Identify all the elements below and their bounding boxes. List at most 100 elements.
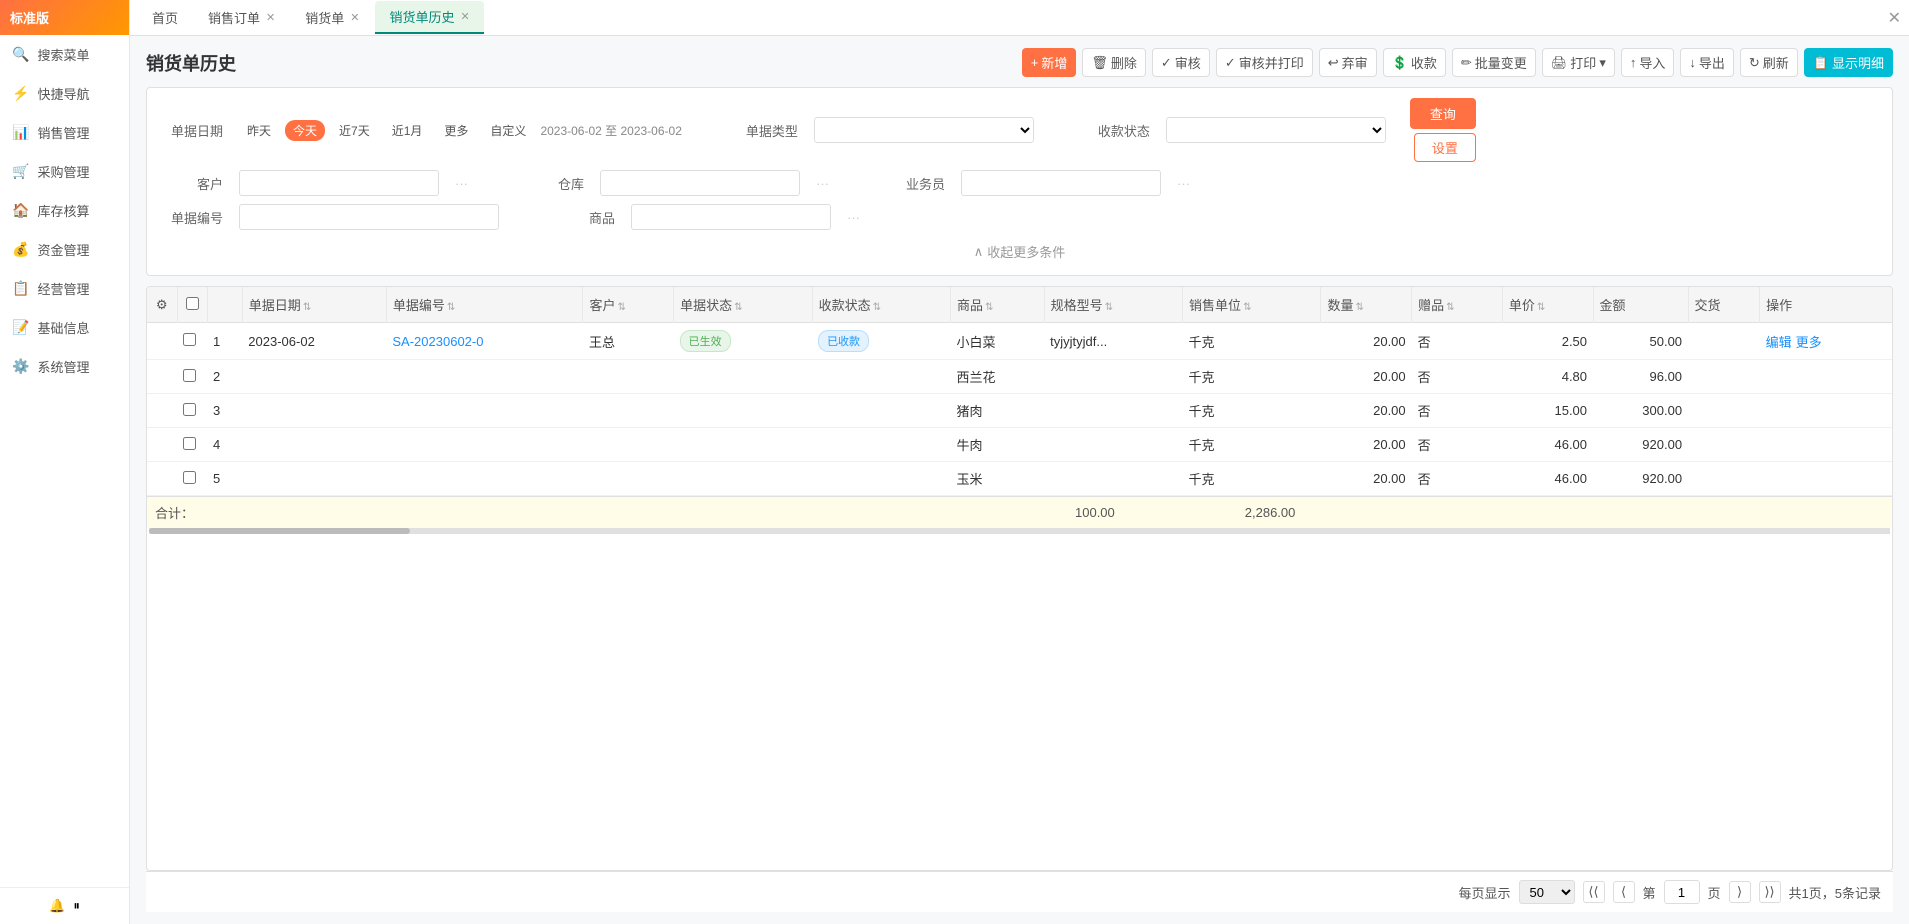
pause-icon[interactable]: ⏸ <box>73 898 80 914</box>
row-checkbox[interactable] <box>183 369 196 382</box>
row-checkbox[interactable] <box>183 437 196 450</box>
salesperson-dots[interactable]: ··· <box>1177 176 1190 191</box>
salesperson-input[interactable] <box>961 170 1161 196</box>
per-page-select[interactable]: 50 100 200 <box>1519 880 1575 904</box>
th-qty[interactable]: 数量⇅ <box>1321 287 1412 323</box>
td-customer: 王总 <box>583 323 674 360</box>
sidebar-item-basic-info[interactable]: 📝 基础信息 <box>0 308 129 347</box>
refresh-button[interactable]: ↻ 刷新 <box>1740 48 1798 77</box>
td-check[interactable] <box>177 462 207 496</box>
tab-home[interactable]: 首页 <box>138 2 192 33</box>
warehouse-dots[interactable]: ··· <box>816 176 829 191</box>
date-tab-7days[interactable]: 近7天 <box>331 120 378 141</box>
th-date[interactable]: 单据日期⇅ <box>242 287 386 323</box>
sidebar-item-finance[interactable]: 💰 资金管理 <box>0 230 129 269</box>
row-checkbox[interactable] <box>183 471 196 484</box>
date-tab-1month[interactable]: 近1月 <box>384 120 431 141</box>
filter-row-2: 客户 ··· 仓库 ··· 业务员 ··· <box>163 170 1876 196</box>
td-check[interactable] <box>177 360 207 394</box>
batch-change-button[interactable]: ✏ 批量变更 <box>1452 48 1536 77</box>
td-doc-no[interactable] <box>386 462 583 496</box>
sidebar-bottom: 🔔 ⏸ <box>0 887 129 924</box>
delete-button[interactable]: 🗑 删除 <box>1082 48 1146 77</box>
th-collect-status[interactable]: 收款状态⇅ <box>812 287 950 323</box>
td-check[interactable] <box>177 428 207 462</box>
th-doc-no[interactable]: 单据编号⇅ <box>386 287 583 323</box>
date-tab-custom[interactable]: 自定义 <box>482 120 534 141</box>
tab-close-sales-history[interactable]: ✕ <box>461 10 470 23</box>
show-detail-button[interactable]: 📋 显示明细 <box>1804 48 1893 77</box>
doc-type-select[interactable] <box>814 117 1034 143</box>
sidebar-item-purchase[interactable]: 🛒 采购管理 <box>0 152 129 191</box>
th-gift[interactable]: 赠品⇅ <box>1412 287 1503 323</box>
warehouse-input[interactable] <box>600 170 800 196</box>
next-page-button[interactable]: ⟩ <box>1729 881 1751 903</box>
notification-icon[interactable]: 🔔 <box>49 898 65 914</box>
td-row-no: 3 <box>207 394 242 428</box>
customer-dots[interactable]: ··· <box>455 176 468 191</box>
sidebar-item-system[interactable]: ⚙️ 系统管理 <box>0 347 129 386</box>
print-dropdown-icon: ▾ <box>1599 55 1606 71</box>
abandon-button[interactable]: ↩ 弃审 <box>1319 48 1377 77</box>
setup-button[interactable]: 设置 <box>1414 133 1476 162</box>
tab-sales-history[interactable]: 销货单历史 ✕ <box>375 1 483 34</box>
collect-status-select[interactable] <box>1166 117 1386 143</box>
collapse-button[interactable]: ∧ 收起更多条件 <box>163 238 1876 265</box>
td-doc-no[interactable]: SA-20230602-0 <box>386 323 583 360</box>
td-check[interactable] <box>177 323 207 360</box>
table-row: 1 2023-06-02 SA-20230602-0 王总 已生效 已收款 小白… <box>147 323 1892 360</box>
td-price: 46.00 <box>1502 428 1593 462</box>
doc-no-input[interactable] <box>239 204 499 230</box>
date-tab-today[interactable]: 今天 <box>285 120 325 141</box>
audit-print-button[interactable]: ✓ 审核并打印 <box>1216 48 1313 77</box>
prev-page-button[interactable]: ⟨ <box>1613 881 1635 903</box>
th-doc-status[interactable]: 单据状态⇅ <box>674 287 812 323</box>
th-goods[interactable]: 商品⇅ <box>950 287 1044 323</box>
td-doc-no[interactable] <box>386 360 583 394</box>
th-customer[interactable]: 客户⇅ <box>583 287 674 323</box>
tab-sales-order[interactable]: 销售订单 ✕ <box>194 2 289 33</box>
horizontal-scrollbar[interactable] <box>149 528 1890 534</box>
scrollbar-thumb[interactable] <box>149 528 410 534</box>
last-page-button[interactable]: ⟩⟩ <box>1759 881 1781 903</box>
action-link[interactable]: 更多 <box>1796 335 1822 350</box>
tab-sales-delivery[interactable]: 销货单 ✕ <box>291 2 373 33</box>
action-link[interactable]: 编辑 <box>1766 335 1792 350</box>
tab-close-sales-delivery[interactable]: ✕ <box>350 11 359 24</box>
add-button[interactable]: + 新增 <box>1022 48 1077 77</box>
select-all-checkbox[interactable] <box>186 297 199 310</box>
th-settings[interactable]: ⚙ <box>147 287 177 323</box>
date-tab-more[interactable]: 更多 <box>436 120 476 141</box>
sidebar-item-search[interactable]: 🔍 搜索菜单 <box>0 35 129 74</box>
row-checkbox[interactable] <box>183 333 196 346</box>
th-check[interactable] <box>177 287 207 323</box>
goods-input[interactable] <box>631 204 831 230</box>
page-number-input[interactable] <box>1664 880 1700 904</box>
td-doc-no[interactable] <box>386 428 583 462</box>
import-button[interactable]: ↑ 导入 <box>1621 48 1675 77</box>
td-qty: 20.00 <box>1321 323 1412 360</box>
goods-dots[interactable]: ··· <box>847 210 860 225</box>
date-tab-yesterday[interactable]: 昨天 <box>239 120 279 141</box>
th-unit[interactable]: 销售单位⇅ <box>1183 287 1321 323</box>
tab-close-sales-order[interactable]: ✕ <box>266 11 275 24</box>
row-checkbox[interactable] <box>183 403 196 416</box>
first-page-button[interactable]: ⟨⟨ <box>1583 881 1605 903</box>
sidebar-item-inventory[interactable]: 🏠 库存核算 <box>0 191 129 230</box>
export-button[interactable]: ↓ 导出 <box>1680 48 1734 77</box>
query-button[interactable]: 查询 <box>1410 98 1476 129</box>
td-check[interactable] <box>177 394 207 428</box>
print-button[interactable]: 🖨 打印 ▾ <box>1542 48 1615 77</box>
collect-button[interactable]: 💲 收款 <box>1383 48 1446 77</box>
close-all-tabs[interactable]: ✕ <box>1888 8 1901 28</box>
th-price[interactable]: 单价⇅ <box>1502 287 1593 323</box>
customer-input[interactable] <box>239 170 439 196</box>
sidebar-item-sales[interactable]: 📊 销售管理 <box>0 113 129 152</box>
td-price: 2.50 <box>1502 323 1593 360</box>
th-spec[interactable]: 规格型号⇅ <box>1044 287 1182 323</box>
sidebar-item-quick-nav[interactable]: ⚡ 快捷导航 <box>0 74 129 113</box>
td-doc-no[interactable] <box>386 394 583 428</box>
audit-button[interactable]: ✓ 审核 <box>1152 48 1210 77</box>
audit-icon: ✓ <box>1161 55 1172 71</box>
sidebar-item-operations[interactable]: 📋 经营管理 <box>0 269 129 308</box>
